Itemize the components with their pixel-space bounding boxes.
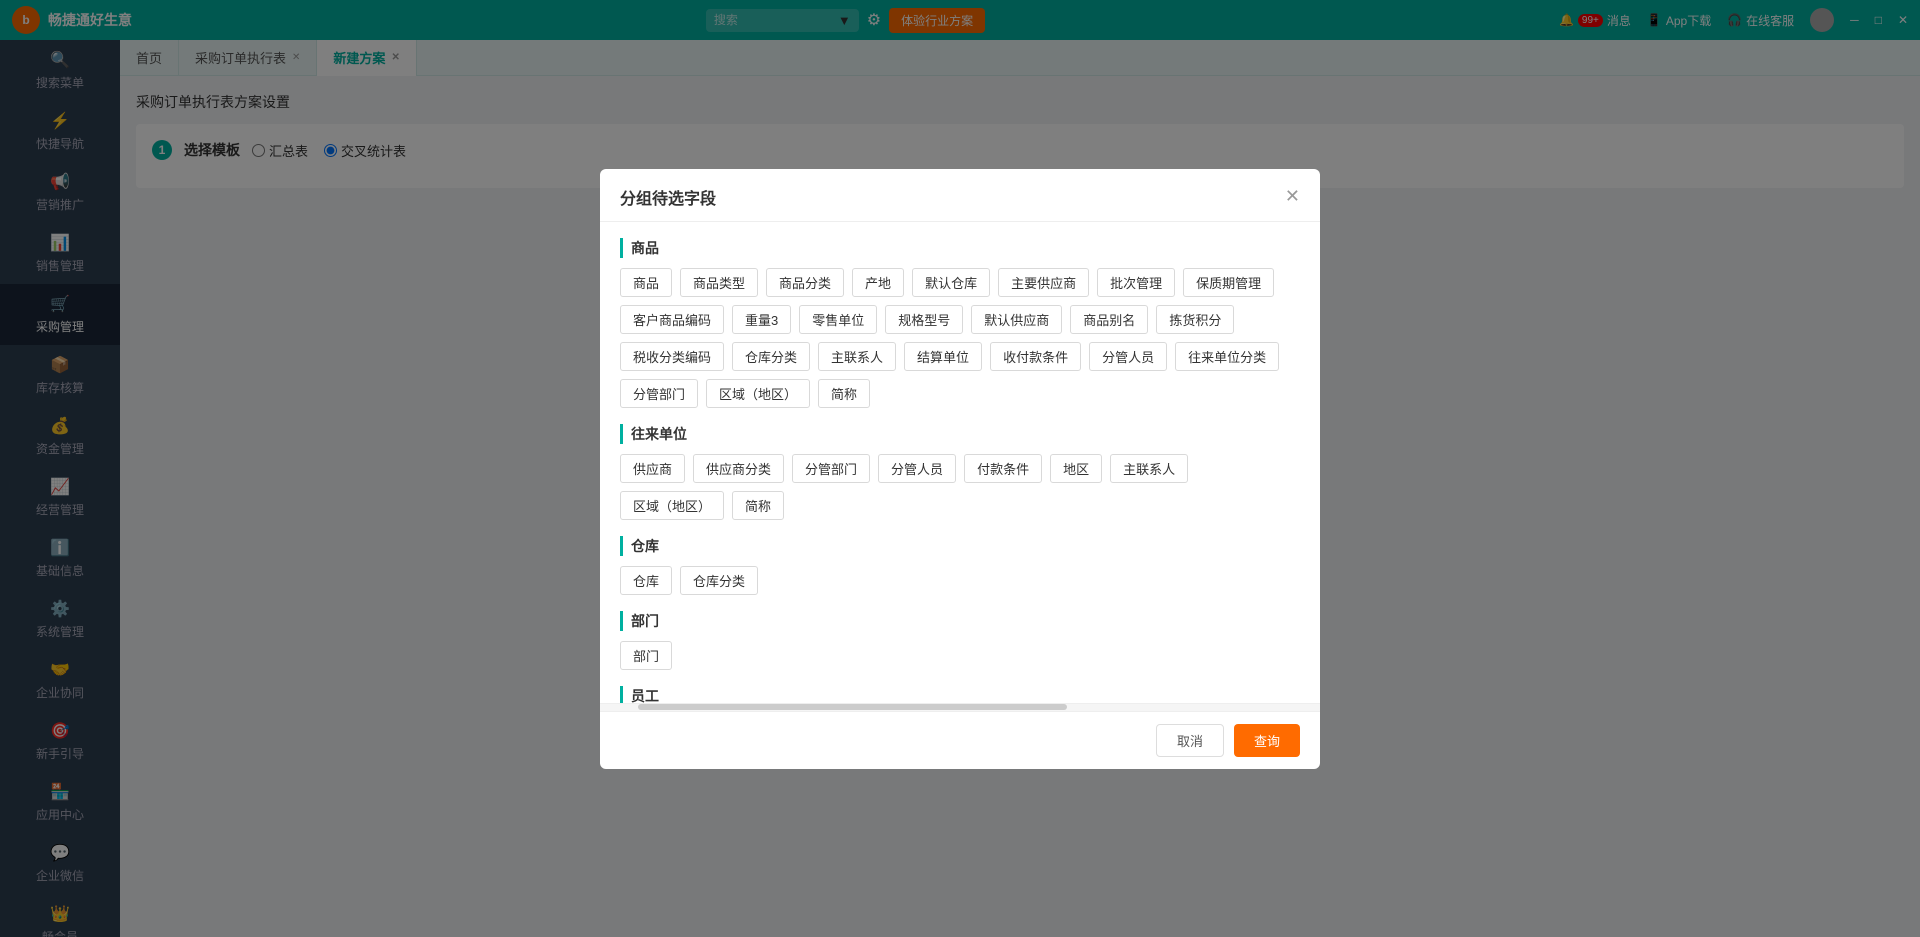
field-section-title-1: 往来单位 xyxy=(620,424,1300,444)
field-tag-0-23[interactable]: 区域（地区） xyxy=(706,379,810,408)
field-tag-0-16[interactable]: 仓库分类 xyxy=(732,342,810,371)
field-tag-0-17[interactable]: 主联系人 xyxy=(818,342,896,371)
field-tag-0-24[interactable]: 简称 xyxy=(818,379,870,408)
field-tag-0-21[interactable]: 往来单位分类 xyxy=(1175,342,1279,371)
field-tag-0-10[interactable]: 零售单位 xyxy=(799,305,877,334)
field-section-title-0: 商品 xyxy=(620,238,1300,258)
field-tag-0-13[interactable]: 商品别名 xyxy=(1070,305,1148,334)
field-section-2: 仓库仓库仓库分类 xyxy=(620,536,1300,595)
field-select-modal: 分组待选字段 ✕ 商品商品商品类型商品分类产地默认仓库主要供应商批次管理保质期管… xyxy=(600,169,1320,769)
modal-close-button[interactable]: ✕ xyxy=(1285,186,1300,207)
field-section-0: 商品商品商品类型商品分类产地默认仓库主要供应商批次管理保质期管理客户商品编码重量… xyxy=(620,238,1300,408)
field-tag-0-9[interactable]: 重量3 xyxy=(732,305,791,334)
field-section-title-3: 部门 xyxy=(620,611,1300,631)
field-tag-0-14[interactable]: 拣货积分 xyxy=(1156,305,1234,334)
field-tag-0-1[interactable]: 商品类型 xyxy=(680,268,758,297)
field-tag-0-18[interactable]: 结算单位 xyxy=(904,342,982,371)
field-tag-0-0[interactable]: 商品 xyxy=(620,268,672,297)
field-tag-1-7[interactable]: 区域（地区） xyxy=(620,491,724,520)
field-tag-1-6[interactable]: 主联系人 xyxy=(1110,454,1188,483)
field-section-1: 往来单位供应商供应商分类分管部门分管人员付款条件地区主联系人区域（地区） 简称 xyxy=(620,424,1300,520)
field-tags-0: 商品商品类型商品分类产地默认仓库主要供应商批次管理保质期管理客户商品编码重量3 零… xyxy=(620,268,1300,408)
field-tag-0-19[interactable]: 收付款条件 xyxy=(990,342,1081,371)
field-tags-3: 部门 xyxy=(620,641,1300,670)
field-tag-3-0[interactable]: 部门 xyxy=(620,641,672,670)
field-section-title-2: 仓库 xyxy=(620,536,1300,556)
field-tag-1-3[interactable]: 分管人员 xyxy=(878,454,956,483)
confirm-button[interactable]: 查询 xyxy=(1234,724,1300,757)
field-tag-0-15[interactable]: 税收分类编码 xyxy=(620,342,724,371)
modal-overlay: 分组待选字段 ✕ 商品商品商品类型商品分类产地默认仓库主要供应商批次管理保质期管… xyxy=(0,0,1920,937)
field-section-title-4: 员工 xyxy=(620,686,1300,703)
modal-body: 商品商品商品类型商品分类产地默认仓库主要供应商批次管理保质期管理客户商品编码重量… xyxy=(600,222,1320,703)
field-tags-2: 仓库仓库分类 xyxy=(620,566,1300,595)
field-tag-0-4[interactable]: 默认仓库 xyxy=(912,268,990,297)
field-tag-1-2[interactable]: 分管部门 xyxy=(792,454,870,483)
field-tag-1-1[interactable]: 供应商分类 xyxy=(693,454,784,483)
field-section-3: 部门部门 xyxy=(620,611,1300,670)
field-tag-2-0[interactable]: 仓库 xyxy=(620,566,672,595)
field-tag-0-11[interactable]: 规格型号 xyxy=(885,305,963,334)
field-tag-0-8[interactable]: 客户商品编码 xyxy=(620,305,724,334)
field-tag-0-7[interactable]: 保质期管理 xyxy=(1183,268,1274,297)
modal-header: 分组待选字段 ✕ xyxy=(600,169,1320,222)
cancel-button[interactable]: 取消 xyxy=(1156,724,1224,757)
field-tag-0-3[interactable]: 产地 xyxy=(852,268,904,297)
modal-footer: 取消 查询 xyxy=(600,711,1320,769)
field-tag-0-12[interactable]: 默认供应商 xyxy=(971,305,1062,334)
modal-horizontal-scrollbar xyxy=(600,703,1320,711)
field-tag-1-8[interactable]: 简称 xyxy=(732,491,784,520)
field-tag-0-6[interactable]: 批次管理 xyxy=(1097,268,1175,297)
field-tag-0-5[interactable]: 主要供应商 xyxy=(998,268,1089,297)
field-tag-2-1[interactable]: 仓库分类 xyxy=(680,566,758,595)
field-tag-0-20[interactable]: 分管人员 xyxy=(1089,342,1167,371)
modal-title: 分组待选字段 xyxy=(620,185,716,209)
field-tag-0-2[interactable]: 商品分类 xyxy=(766,268,844,297)
field-tag-1-4[interactable]: 付款条件 xyxy=(964,454,1042,483)
field-section-4: 员工业务员 xyxy=(620,686,1300,703)
field-tags-1: 供应商供应商分类分管部门分管人员付款条件地区主联系人区域（地区） 简称 xyxy=(620,454,1300,520)
hscroll-thumb xyxy=(638,704,1068,710)
field-tag-1-5[interactable]: 地区 xyxy=(1050,454,1102,483)
field-tag-0-22[interactable]: 分管部门 xyxy=(620,379,698,408)
field-tag-1-0[interactable]: 供应商 xyxy=(620,454,685,483)
